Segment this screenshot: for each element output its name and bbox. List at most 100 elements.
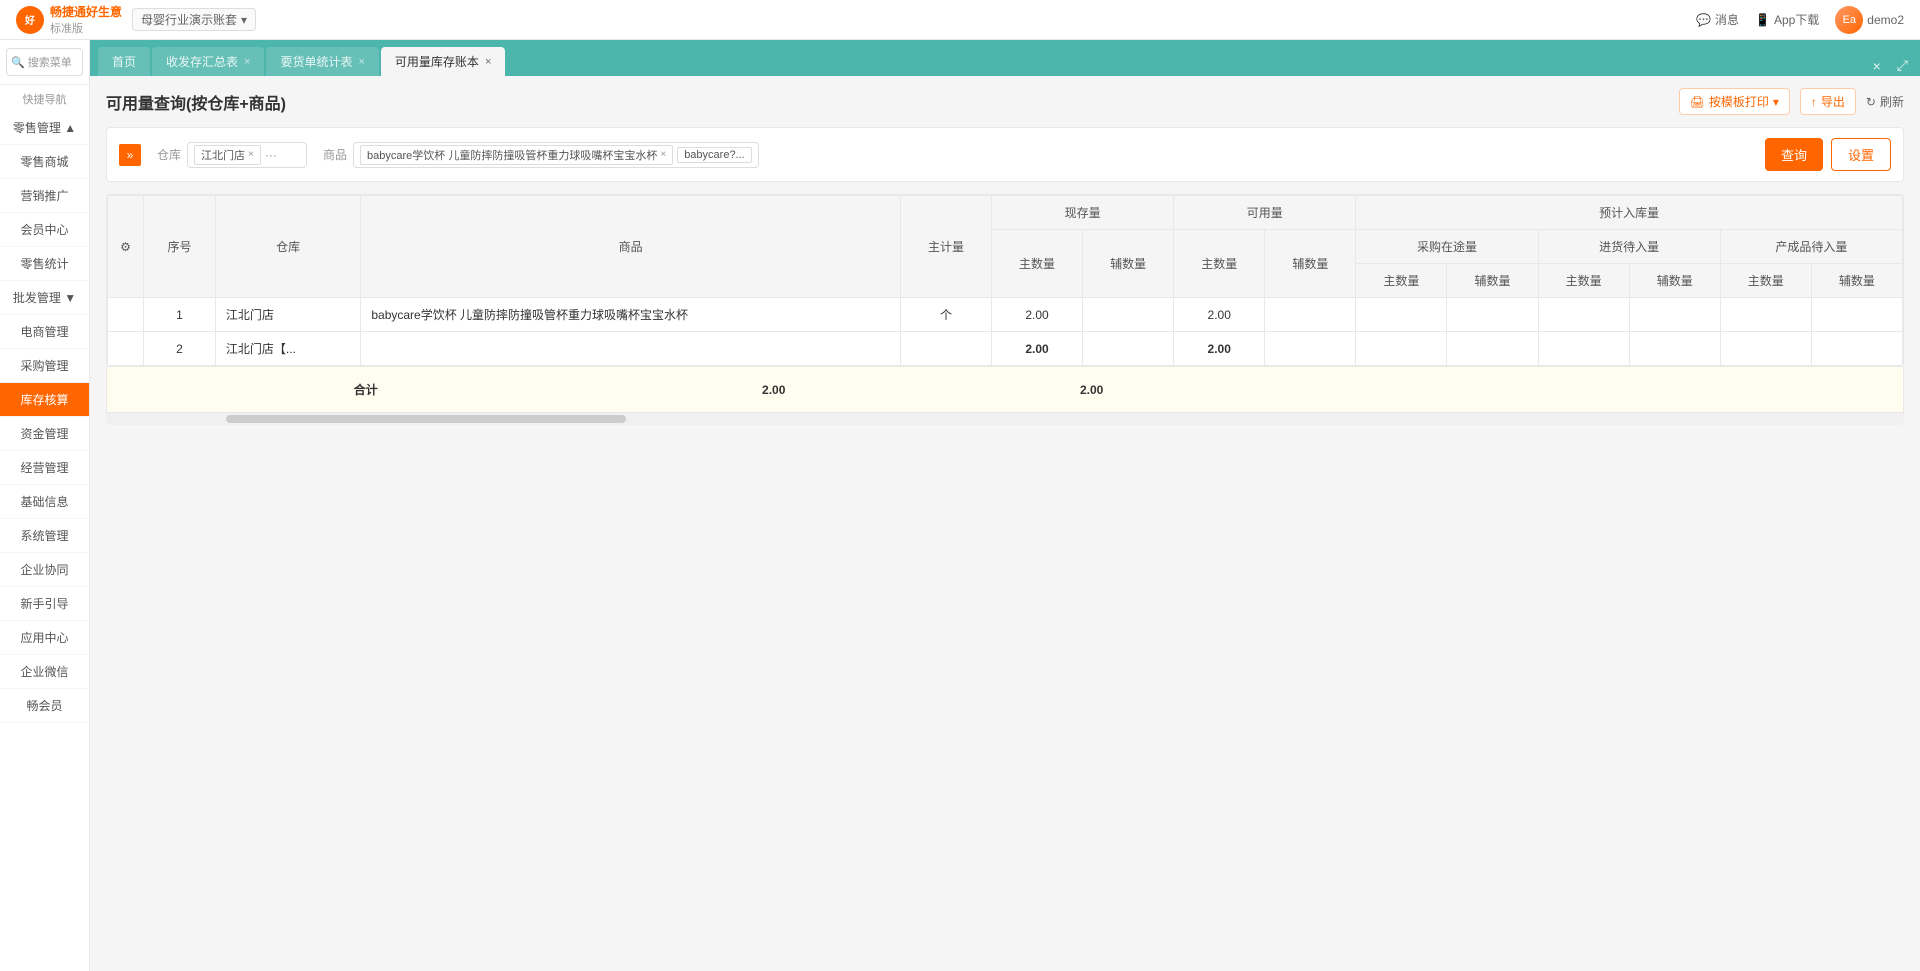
sidebar-item-purchase[interactable]: 采购管理 — [0, 349, 89, 383]
warehouse-filter-group: 仓库 江北门店 × ··· — [157, 142, 307, 168]
tab-order-stats-close[interactable]: × — [358, 56, 364, 68]
chevron-down-icon: ▾ — [241, 13, 247, 27]
product-tag-2[interactable]: babycare?... — [677, 147, 752, 163]
cell-available-aux — [1265, 298, 1356, 332]
warehouse-filter-tags[interactable]: 江北门店 × ··· — [187, 142, 307, 168]
sidebar-item-label: 企业微信 — [20, 663, 68, 680]
sidebar-item-app-center[interactable]: 应用中心 — [0, 621, 89, 655]
sidebar-item-basic-info[interactable]: 基础信息 — [0, 485, 89, 519]
col-settings-header[interactable]: ⚙ — [108, 196, 144, 298]
message-label: 消息 — [1715, 11, 1739, 28]
sidebar-item-label: 系统管理 — [20, 527, 68, 544]
app-download-action[interactable]: 📱 App下载 — [1755, 11, 1819, 28]
print-template-label: 按模板打印 — [1709, 93, 1769, 110]
product-tag-1-remove[interactable]: × — [660, 149, 666, 160]
cell-available-aux — [1265, 332, 1356, 366]
total-available-main: 2.00 — [983, 375, 1201, 404]
sidebar-item-inventory[interactable]: 库存核算 — [0, 383, 89, 417]
tab-home[interactable]: 首页 — [98, 47, 150, 76]
search-menu-button[interactable]: 🔍 搜索菜单 — [6, 48, 83, 76]
tab-order-stats[interactable]: 要货单统计表 × — [266, 47, 378, 76]
cell-product: babycare学饮杯 儿童防摔防撞吸管杯重力球吸嘴杯宝宝水杯 — [361, 298, 901, 332]
col-product-header: 商品 — [361, 196, 901, 298]
sidebar-item-label: 零售统计 — [20, 255, 68, 272]
sidebar-item-label: 新手引导 — [20, 595, 68, 612]
sidebar-item-system[interactable]: 系统管理 — [0, 519, 89, 553]
export-label: 导出 — [1821, 93, 1845, 110]
filter-expand-button[interactable]: » — [119, 144, 141, 166]
product-filter-tags[interactable]: babycare学饮杯 儿童防摔防撞吸管杯重力球吸嘴杯宝宝水杯 × babyca… — [353, 142, 759, 168]
col-goods-in-main-header: 主数量 — [1538, 264, 1629, 298]
sidebar-item-retail-stats[interactable]: 零售统计 — [0, 247, 89, 281]
app-info: 畅捷通好生意 标准版 — [50, 3, 122, 36]
cell-pur-transit-main — [1356, 332, 1447, 366]
tab-receivable[interactable]: 收发存汇总表 × — [152, 47, 264, 76]
tab-receivable-close[interactable]: × — [244, 56, 250, 68]
sidebar-item-finance[interactable]: 资金管理 — [0, 417, 89, 451]
top-bar: 好 畅捷通好生意 标准版 母婴行业演示账套 ▾ 💬 消息 📱 App下载 Ea … — [0, 0, 1920, 40]
sidebar-item-ecommerce[interactable]: 电商管理 — [0, 315, 89, 349]
sidebar-item-wechat[interactable]: 企业微信 — [0, 655, 89, 689]
total-label: 合计 — [344, 375, 565, 404]
refresh-label: 刷新 — [1880, 93, 1904, 110]
col-planned-in-group-header: 预计入库量 — [1356, 196, 1903, 230]
sidebar-item-label: 电商管理 — [20, 323, 68, 340]
product-tag-1[interactable]: babycare学饮杯 儿童防摔防撞吸管杯重力球吸嘴杯宝宝水杯 × — [360, 145, 673, 165]
cell-uom: 个 — [900, 298, 991, 332]
col-warehouse-header: 仓库 — [215, 196, 360, 298]
sidebar-item-enterprise[interactable]: 企业协同 — [0, 553, 89, 587]
cell-pur-transit-main — [1356, 298, 1447, 332]
quick-nav-label[interactable]: 快捷导航 — [0, 85, 89, 111]
sidebar-item-retail-mgmt[interactable]: 零售管理 ▲ — [0, 111, 89, 145]
header-actions: 🖨 按模板打印 ▾ ↑ 导出 ↻ 刷新 — [1679, 88, 1904, 115]
col-pur-transit-aux-header: 辅数量 — [1447, 264, 1538, 298]
message-action[interactable]: 💬 消息 — [1696, 11, 1739, 28]
table-row: 2 江北门店【... 2.00 2.00 — [108, 332, 1903, 366]
product-tag-2-label: babycare?... — [684, 149, 745, 161]
top-bar-right: 💬 消息 📱 App下载 Ea demo2 — [1696, 6, 1904, 34]
tab-home-label: 首页 — [112, 53, 136, 70]
filter-actions: 查询 设置 — [1765, 138, 1891, 171]
sidebar: 🔍 搜索菜单 快捷导航 零售管理 ▲ 零售商城 营销推广 会员中心 零售统计 批… — [0, 40, 90, 971]
tab-available-stock-close[interactable]: × — [485, 56, 491, 68]
warehouse-tag[interactable]: 江北门店 × — [194, 145, 261, 165]
cell-available-main: 2.00 — [1174, 298, 1265, 332]
col-available-group-header: 可用量 — [1174, 196, 1356, 230]
sidebar-item-label: 经营管理 — [20, 459, 68, 476]
sidebar-item-vip[interactable]: 畅会员 — [0, 689, 89, 723]
page-header: 可用量查询(按仓库+商品) 🖨 按模板打印 ▾ ↑ 导出 ↻ 刷新 — [106, 88, 1904, 115]
warehouse-tag-remove[interactable]: × — [248, 149, 254, 160]
tab-order-stats-label: 要货单统计表 — [280, 53, 352, 70]
sidebar-item-member[interactable]: 会员中心 — [0, 213, 89, 247]
settings-button[interactable]: 设置 — [1831, 138, 1891, 171]
print-template-button[interactable]: 🖨 按模板打印 ▾ — [1679, 88, 1790, 115]
cell-stock-aux — [1083, 298, 1174, 332]
sidebar-item-newbie[interactable]: 新手引导 — [0, 587, 89, 621]
industry-selector[interactable]: 母婴行业演示账套 ▾ — [132, 8, 256, 31]
cell-pur-transit-aux — [1447, 332, 1538, 366]
col-pur-transit-group-header: 采购在途量 — [1356, 230, 1538, 264]
tab-expand-button[interactable]: ⤢ — [1893, 55, 1912, 76]
sidebar-search[interactable]: 🔍 搜索菜单 — [0, 40, 89, 85]
sidebar-item-operations[interactable]: 经营管理 — [0, 451, 89, 485]
user-area[interactable]: Ea demo2 — [1835, 6, 1904, 34]
query-button[interactable]: 查询 — [1765, 138, 1823, 171]
refresh-button[interactable]: ↻ 刷新 — [1866, 93, 1904, 110]
sidebar-item-wholesale[interactable]: 批发管理 ▼ — [0, 281, 89, 315]
logo-icon: 好 — [16, 6, 44, 34]
sidebar-item-label: 零售商城 — [20, 153, 68, 170]
table-container: ⚙ 序号 仓库 商品 主计量 现存量 可用量 预计入库量 主数量 辅数量 — [106, 194, 1904, 367]
tab-close-all-button[interactable]: × — [1869, 56, 1885, 76]
sidebar-item-label: 营销推广 — [20, 187, 68, 204]
search-icon: 🔍 — [11, 56, 25, 69]
sidebar-item-label: 批发管理 ▼ — [13, 289, 76, 306]
main-layout: 🔍 搜索菜单 快捷导航 零售管理 ▲ 零售商城 营销推广 会员中心 零售统计 批… — [0, 40, 1920, 971]
cell-goods-in-aux — [1629, 298, 1720, 332]
export-button[interactable]: ↑ 导出 — [1800, 88, 1856, 115]
warehouse-ellipsis: ··· — [265, 148, 277, 162]
app-download-label: App下载 — [1774, 11, 1819, 28]
tab-available-stock[interactable]: 可用量库存账本 × — [381, 47, 505, 76]
cell-uom — [900, 332, 991, 366]
sidebar-item-retail-mall[interactable]: 零售商城 — [0, 145, 89, 179]
sidebar-item-marketing[interactable]: 营销推广 — [0, 179, 89, 213]
